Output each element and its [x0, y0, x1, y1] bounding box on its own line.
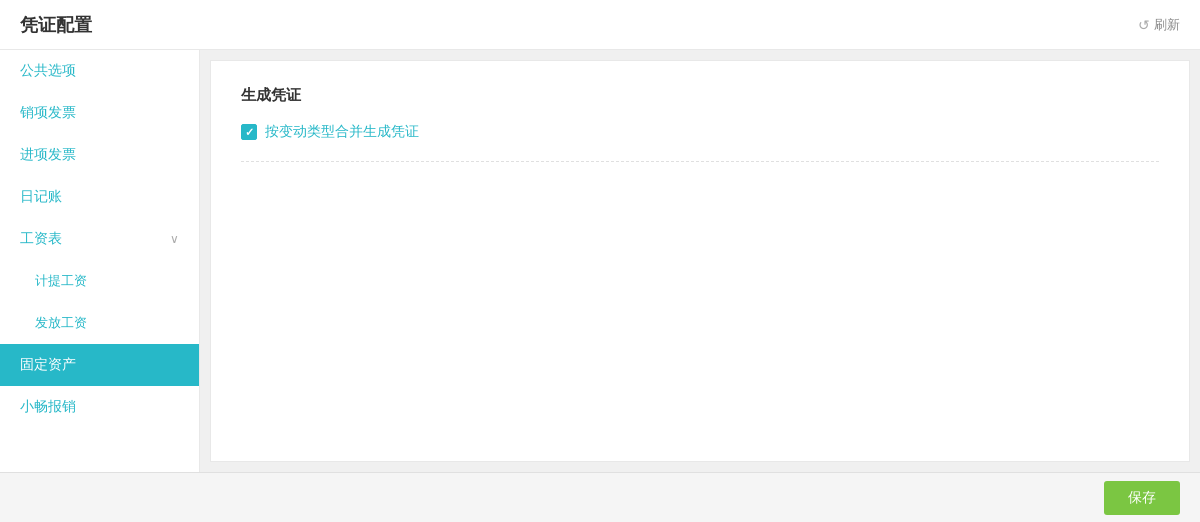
sidebar-item-label: 计提工资 [35, 272, 87, 290]
sidebar-item-label: 销项发票 [20, 104, 76, 122]
merge-voucher-checkbox[interactable] [241, 124, 257, 140]
sidebar-item-petty-cash[interactable]: 小畅报销 [0, 386, 199, 428]
sidebar-item-issue-payroll[interactable]: 发放工资 [0, 302, 199, 344]
sidebar-item-label: 日记账 [20, 188, 62, 206]
sidebar-item-fixed-assets[interactable]: 固定资产 [0, 344, 199, 386]
sidebar-item-label: 进项发票 [20, 146, 76, 164]
section-divider [241, 161, 1159, 162]
sidebar-item-label: 固定资产 [20, 356, 76, 374]
content-panel: 生成凭证 按变动类型合并生成凭证 [210, 60, 1190, 462]
sidebar-item-journal[interactable]: 日记账 [0, 176, 199, 218]
checkbox-row: 按变动类型合并生成凭证 [241, 123, 1159, 141]
sidebar-item-label: 公共选项 [20, 62, 76, 80]
sidebar-item-public-options[interactable]: 公共选项 [0, 50, 199, 92]
footer: 保存 [0, 472, 1200, 522]
sidebar-item-label: 工资表 [20, 230, 62, 248]
refresh-button[interactable]: ↺ 刷新 [1138, 16, 1180, 34]
sidebar-item-calc-payroll[interactable]: 计提工资 [0, 260, 199, 302]
merge-voucher-label[interactable]: 按变动类型合并生成凭证 [265, 123, 419, 141]
sidebar-item-payroll-table[interactable]: 工资表 ∨ [0, 218, 199, 260]
refresh-label: 刷新 [1154, 16, 1180, 34]
main-content: 公共选项 销项发票 进项发票 日记账 工资表 ∨ 计提工资 发放工资 [0, 50, 1200, 472]
page-wrapper: 凭证配置 ↺ 刷新 公共选项 销项发票 进项发票 日记账 工资表 ∨ [0, 0, 1200, 522]
sidebar: 公共选项 销项发票 进项发票 日记账 工资表 ∨ 计提工资 发放工资 [0, 50, 200, 472]
header: 凭证配置 ↺ 刷新 [0, 0, 1200, 50]
save-button[interactable]: 保存 [1104, 481, 1180, 515]
chevron-down-icon: ∨ [170, 232, 179, 246]
sidebar-item-label: 小畅报销 [20, 398, 76, 416]
sidebar-item-sales-invoice[interactable]: 销项发票 [0, 92, 199, 134]
sidebar-item-label: 发放工资 [35, 314, 87, 332]
page-title: 凭证配置 [20, 13, 92, 37]
sidebar-item-purchase-invoice[interactable]: 进项发票 [0, 134, 199, 176]
section-title: 生成凭证 [241, 86, 1159, 105]
refresh-icon: ↺ [1138, 17, 1150, 33]
